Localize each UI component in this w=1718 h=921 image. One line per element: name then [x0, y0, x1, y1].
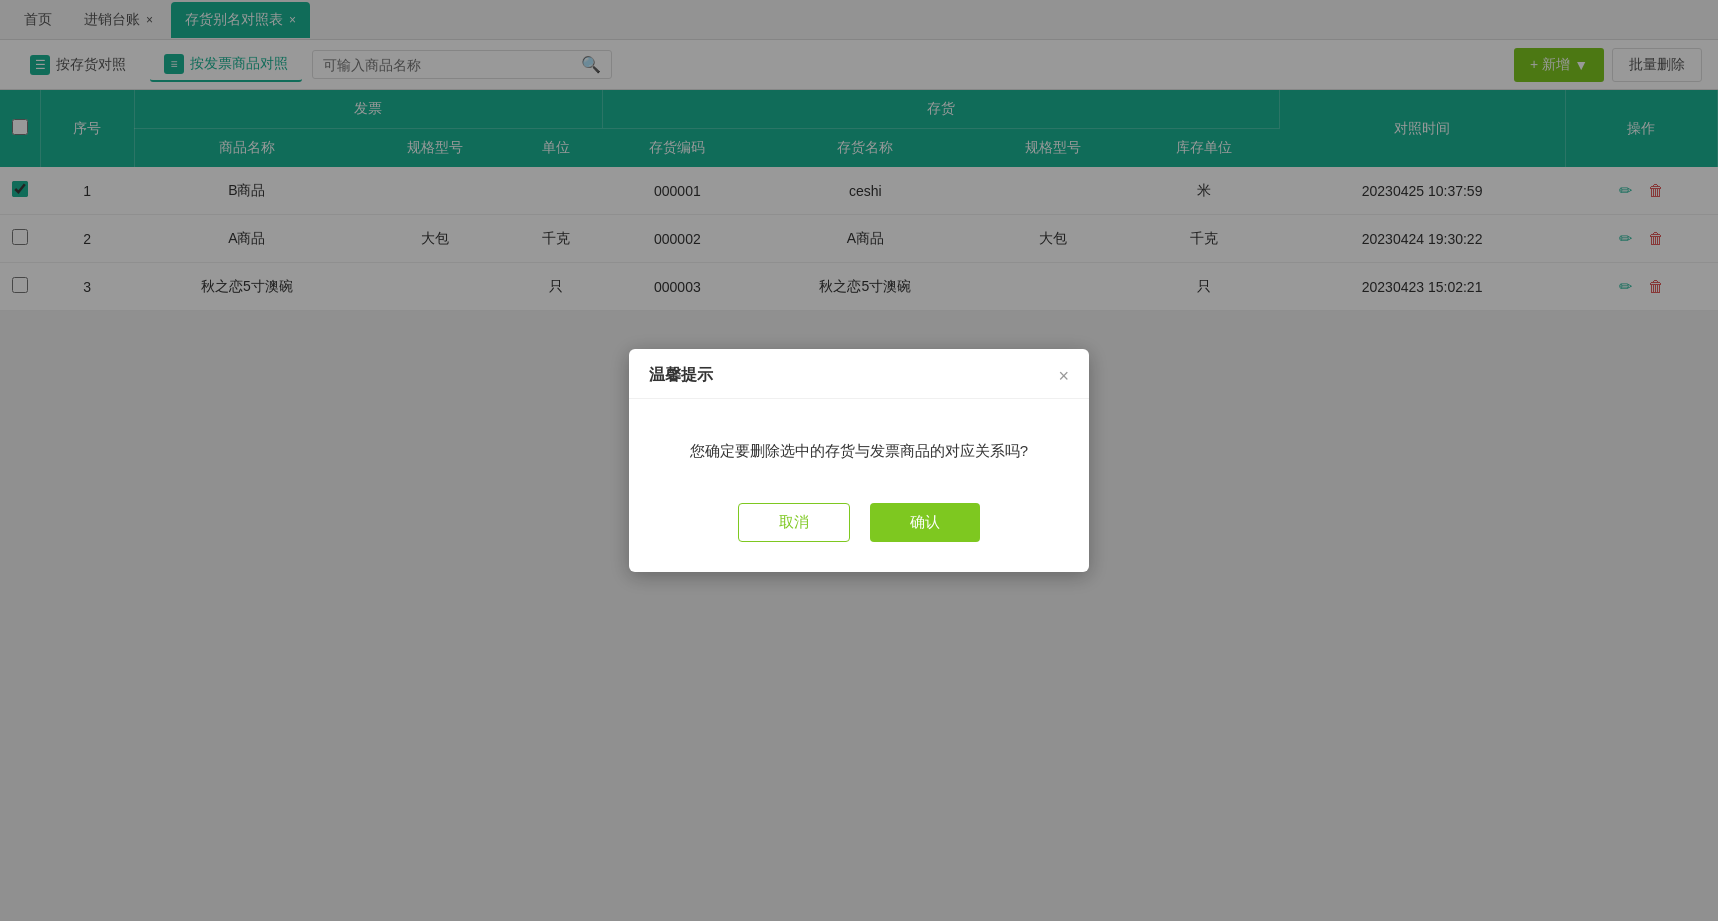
- overlay: 温馨提示 × 您确定要删除选中的存货与发票商品的对应关系吗? 取消 确认: [0, 0, 1718, 311]
